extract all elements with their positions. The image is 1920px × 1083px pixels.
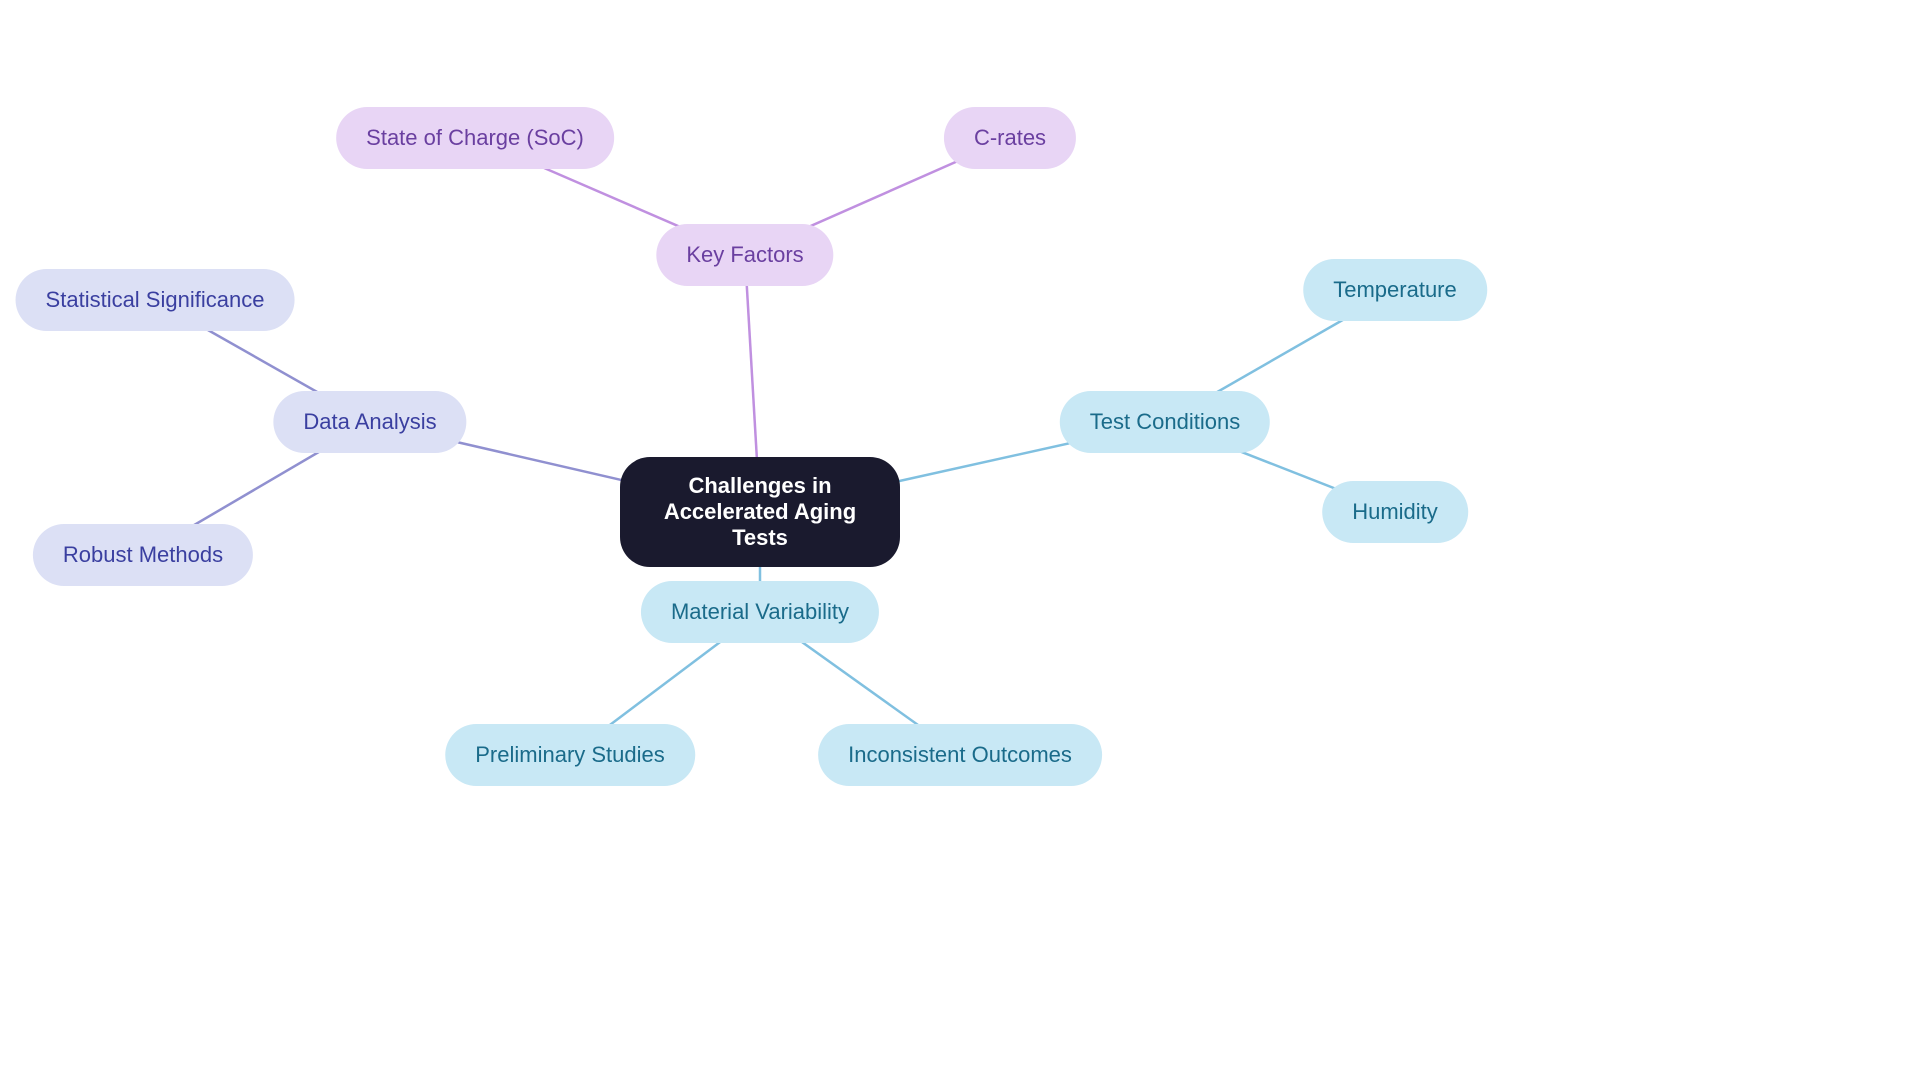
node-c_rates: C-rates xyxy=(944,107,1076,169)
node-robust_methods: Robust Methods xyxy=(33,524,253,586)
node-key_factors: Key Factors xyxy=(656,224,833,286)
node-center: Challenges in Accelerated Aging Tests xyxy=(620,457,900,567)
node-preliminary_studies: Preliminary Studies xyxy=(445,724,695,786)
node-test_conditions: Test Conditions xyxy=(1060,391,1270,453)
node-material_variability: Material Variability xyxy=(641,581,879,643)
mindmap-container: Challenges in Accelerated Aging Tests Key… xyxy=(0,0,1920,1083)
node-statistical_significance: Statistical Significance xyxy=(16,269,295,331)
node-humidity: Humidity xyxy=(1322,481,1468,543)
node-data_analysis: Data Analysis xyxy=(273,391,466,453)
node-temperature: Temperature xyxy=(1303,259,1487,321)
node-inconsistent_outcomes: Inconsistent Outcomes xyxy=(818,724,1102,786)
node-state_of_charge: State of Charge (SoC) xyxy=(336,107,614,169)
